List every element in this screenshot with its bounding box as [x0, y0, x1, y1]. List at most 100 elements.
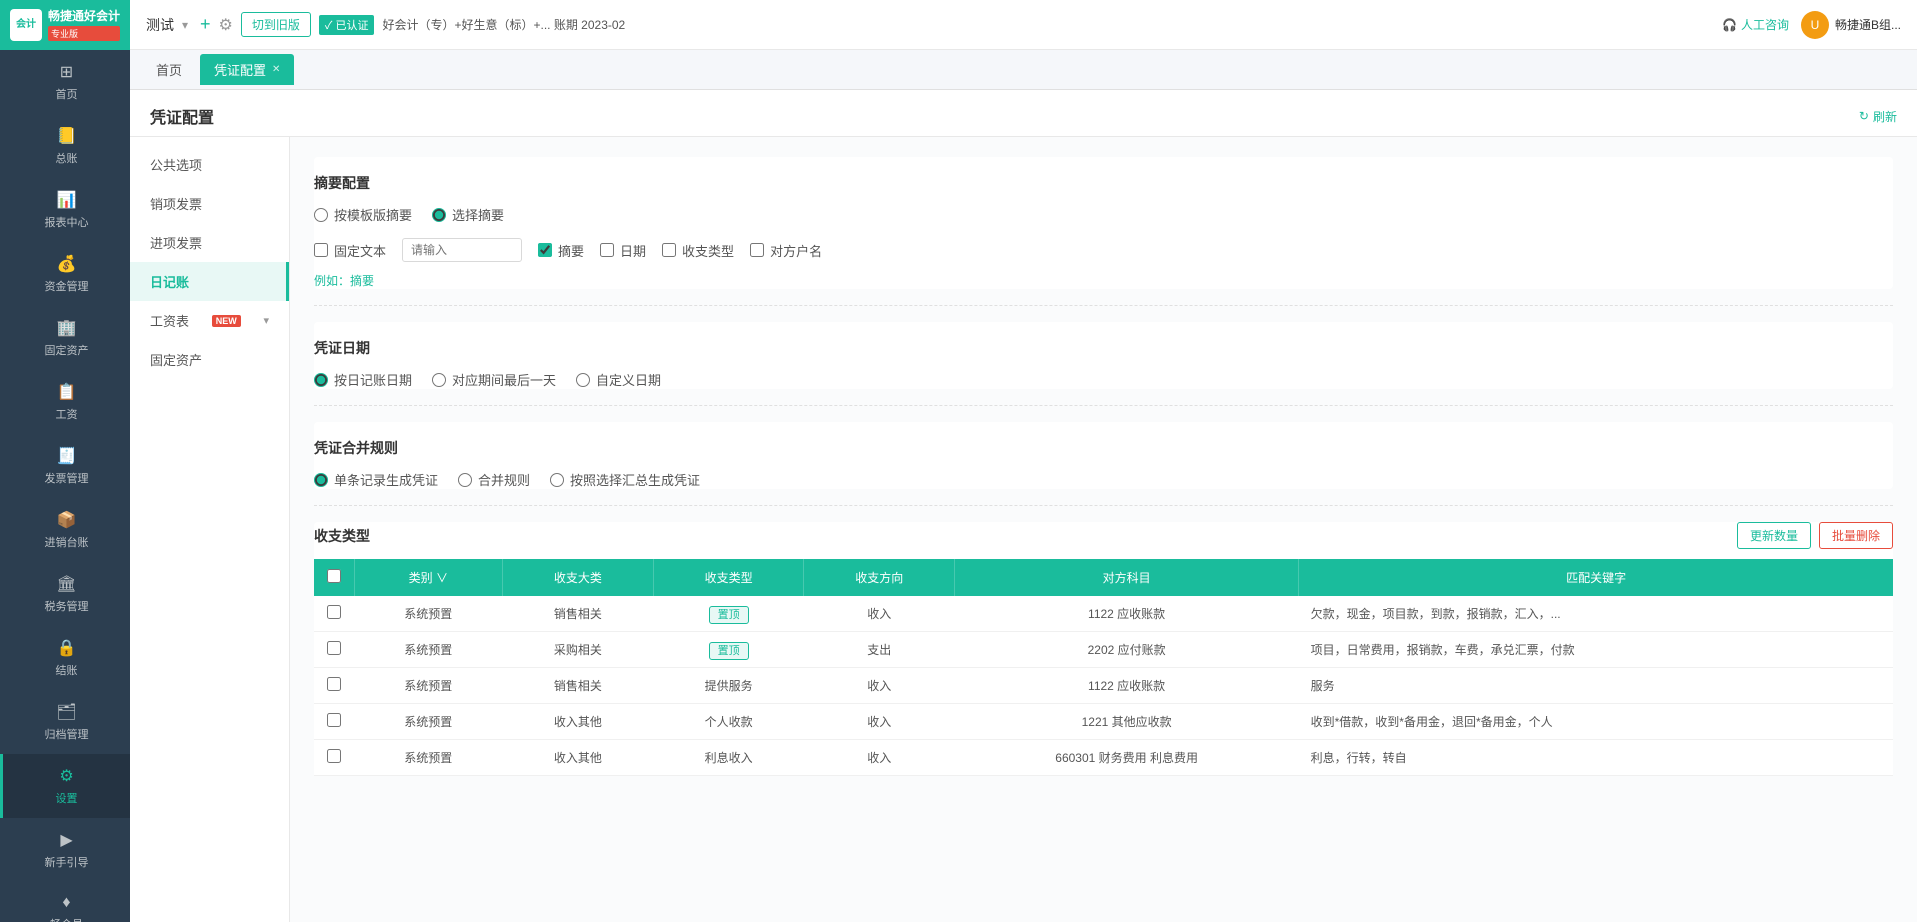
sidebar-logo: 会计 畅捷通好会计 专业版	[0, 0, 130, 50]
sub-nav-item-fixed-asset[interactable]: 固定资产	[130, 340, 289, 379]
voucher-date-radio-group: 按日记账日期 对应期间最后一天 自定义日期	[314, 370, 1893, 389]
batch-delete-btn[interactable]: 批量删除	[1819, 522, 1893, 549]
tab-home[interactable]: 首页	[142, 54, 196, 85]
row-checkbox-cell-0	[314, 596, 354, 632]
user-area[interactable]: U 畅捷通B组...	[1801, 11, 1901, 39]
summary-cb-input[interactable]	[538, 243, 552, 257]
sidebar-item-fund[interactable]: 💰 资金管理	[0, 242, 130, 306]
logo-text: 畅捷通好会计	[48, 9, 120, 25]
fixed-text-input[interactable]	[314, 243, 328, 257]
custom-date-input[interactable]	[576, 373, 590, 387]
col-checkbox	[314, 559, 354, 596]
merge-input[interactable]	[458, 473, 472, 487]
summary-checkbox[interactable]: 摘要	[538, 241, 584, 260]
sub-nav-item-journal[interactable]: 日记账	[130, 262, 289, 301]
journal-date-input[interactable]	[314, 373, 328, 387]
single-label: 单条记录生成凭证	[334, 470, 438, 489]
certified-badge: ✓ 已认证	[319, 15, 375, 35]
row-subject-2: 1122 应收账款	[955, 668, 1299, 704]
summary-radio-template[interactable]: 按模板版摘要	[314, 205, 412, 224]
summary-radio-select[interactable]: 选择摘要	[432, 205, 504, 224]
sub-nav-item-sales[interactable]: 销项发票	[130, 184, 289, 223]
row-direction-0: 收入	[804, 596, 955, 632]
merge-rules-section: 凭证合并规则 单条记录生成凭证 合并规则 按照选择汇总生成凭证	[314, 422, 1893, 489]
sidebar-item-invoice[interactable]: 🧾 发票管理	[0, 434, 130, 498]
counterpart-cb-label: 对方户名	[770, 241, 822, 260]
tab-voucher-config[interactable]: 凭证配置 ✕	[200, 54, 294, 85]
select-total-input[interactable]	[550, 473, 564, 487]
select-total-radio[interactable]: 按照选择汇总生成凭证	[550, 470, 700, 489]
counterpart-cb-input[interactable]	[750, 243, 764, 257]
add-company-btn[interactable]: +	[200, 14, 211, 35]
period-last-radio[interactable]: 对应期间最后一天	[432, 370, 556, 389]
single-radio[interactable]: 单条记录生成凭证	[314, 470, 438, 489]
company-name: 测试	[146, 15, 174, 35]
row-checkbox-4[interactable]	[327, 749, 341, 763]
date-cb-input[interactable]	[600, 243, 614, 257]
radio-select-input[interactable]	[432, 208, 446, 222]
row-checkbox-3[interactable]	[327, 713, 341, 727]
sidebar-item-purchase[interactable]: 📦 进销台账	[0, 498, 130, 562]
sidebar-item-asset[interactable]: 🏢 固定资产	[0, 306, 130, 370]
merge-label: 合并规则	[478, 470, 530, 489]
sub-nav-item-purchase-inv[interactable]: 进项发票	[130, 223, 289, 262]
sidebar-item-guide[interactable]: ▶ 新手引导	[0, 818, 130, 882]
period-last-input[interactable]	[432, 373, 446, 387]
single-input[interactable]	[314, 473, 328, 487]
merge-radio[interactable]: 合并规则	[458, 470, 530, 489]
row-checkbox-2[interactable]	[327, 677, 341, 691]
col-subject: 对方科目	[955, 559, 1299, 596]
journal-date-radio[interactable]: 按日记账日期	[314, 370, 412, 389]
voucher-date-section: 凭证日期 按日记账日期 对应期间最后一天 自定义日期	[314, 322, 1893, 389]
sidebar-item-report[interactable]: 📊 报表中心	[0, 178, 130, 242]
settings-icon[interactable]: ⚙	[219, 15, 233, 35]
row-type-4: 利息收入	[653, 740, 804, 776]
date-checkbox[interactable]: 日期	[600, 241, 646, 260]
type-tag-1[interactable]: 置顶	[709, 642, 749, 660]
tab-label-home: 首页	[156, 60, 182, 79]
header-row: 类别 ∨ 收支大类 收支类型 收支方向 对方科目 匹配关键字	[314, 559, 1893, 596]
table-action-btns: 更新数量 批量删除	[1737, 522, 1893, 549]
avatar: U	[1801, 11, 1829, 39]
sidebar-item-tax[interactable]: 🏛 税务管理	[0, 562, 130, 626]
select-all-checkbox[interactable]	[327, 569, 341, 583]
sidebar-item-archive[interactable]: 🗂 归档管理	[0, 690, 130, 754]
fixed-text-field[interactable]	[402, 238, 522, 262]
radio-template-input[interactable]	[314, 208, 328, 222]
type-checkbox[interactable]: 收支类型	[662, 241, 734, 260]
sidebar-item-close[interactable]: 🔒 结账	[0, 626, 130, 690]
select-total-label: 按照选择汇总生成凭证	[570, 470, 700, 489]
refresh-btn[interactable]: ↻ 刷新	[1859, 108, 1897, 125]
counterpart-checkbox[interactable]: 对方户名	[750, 241, 822, 260]
row-checkbox-0[interactable]	[327, 605, 341, 619]
company-arrow[interactable]: ▾	[182, 18, 188, 32]
table-row: 系统预置 收入其他 利息收入 收入 660301 财务费用 利息费用 利息，行转…	[314, 740, 1893, 776]
sidebar-item-home[interactable]: ⊞ 首页	[0, 50, 130, 114]
update-btn[interactable]: 更新数量	[1737, 522, 1811, 549]
sub-nav-item-payroll[interactable]: 工资表NEW▾	[130, 301, 289, 340]
row-subject-4: 660301 财务费用 利息费用	[955, 740, 1299, 776]
tab-label-voucher-config: 凭证配置	[214, 60, 266, 79]
custom-date-radio[interactable]: 自定义日期	[576, 370, 661, 389]
sidebar-label-invoice: 发票管理	[45, 470, 89, 486]
row-major-1: 采购相关	[503, 632, 654, 668]
service-btn[interactable]: 🎧 人工咨询	[1722, 16, 1789, 33]
switch-version-btn[interactable]: 切到旧版	[241, 12, 311, 37]
fixed-text-checkbox[interactable]: 固定文本	[314, 241, 386, 260]
type-cb-input[interactable]	[662, 243, 676, 257]
row-checkbox-1[interactable]	[327, 641, 341, 655]
sidebar-item-ledger[interactable]: 📒 总账	[0, 114, 130, 178]
sub-nav-item-public[interactable]: 公共选项	[130, 145, 289, 184]
sidebar-icon-asset: 🏢	[57, 318, 77, 338]
table-row: 系统预置 销售相关 提供服务 收入 1122 应收账款 服务	[314, 668, 1893, 704]
row-major-3: 收入其他	[503, 704, 654, 740]
page-title: 凭证配置	[150, 104, 214, 128]
row-checkbox-cell-4	[314, 740, 354, 776]
tab-close-voucher-config[interactable]: ✕	[272, 64, 280, 75]
sidebar-item-salary[interactable]: 📋 工资	[0, 370, 130, 434]
type-tag-0[interactable]: 置顶	[709, 606, 749, 624]
row-category-2: 系统预置	[354, 668, 503, 704]
sub-nav-label-payroll: 工资表	[150, 311, 189, 330]
sidebar-item-member[interactable]: ♦ 畅会员	[0, 882, 130, 922]
sidebar-item-settings[interactable]: ⚙ 设置	[0, 754, 130, 818]
